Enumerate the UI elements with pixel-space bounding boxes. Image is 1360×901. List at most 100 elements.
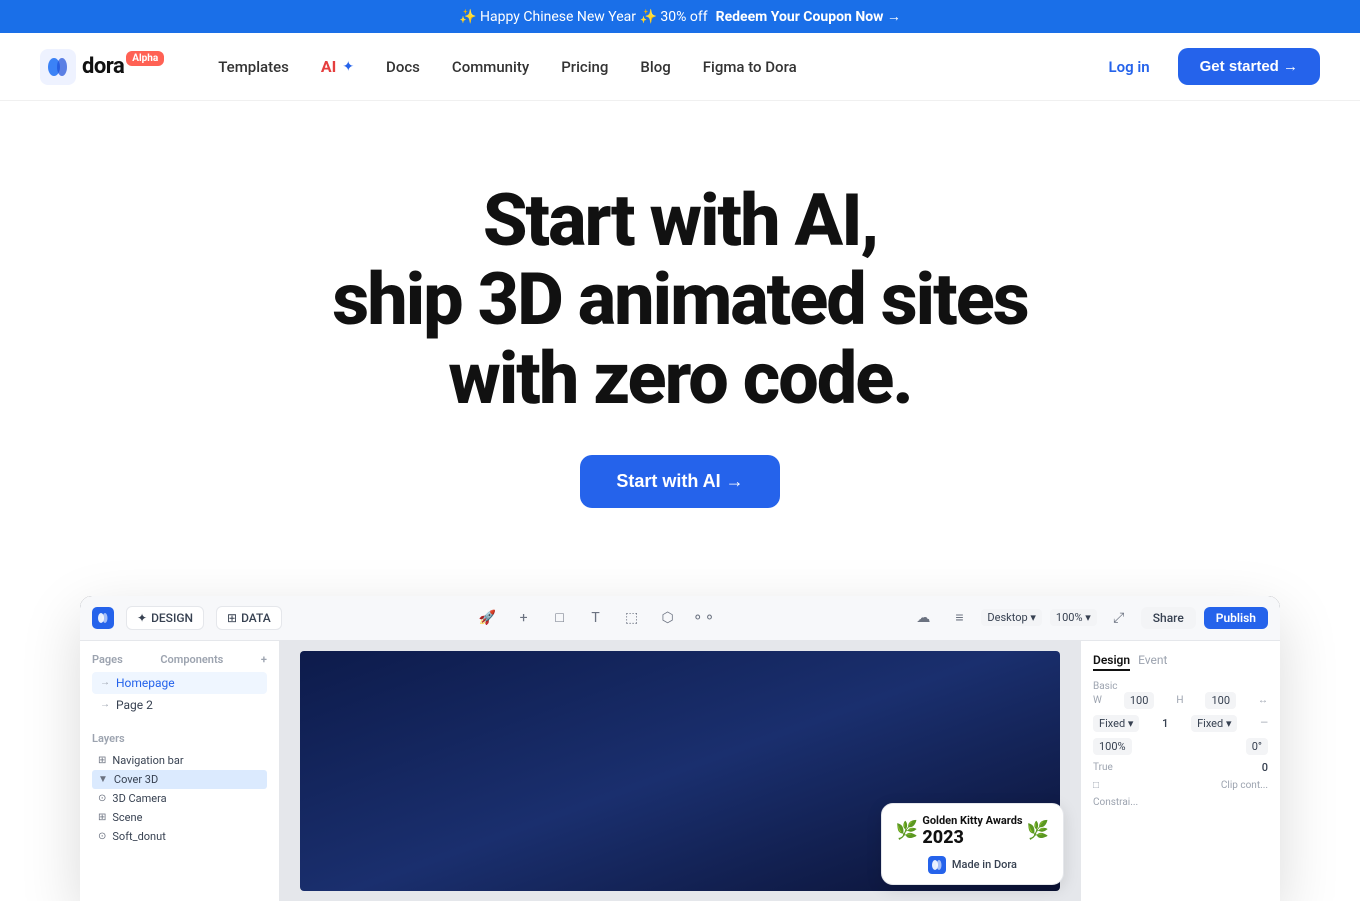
toolbar-layers-icon[interactable]: ≡ xyxy=(945,604,973,632)
homepage-label: Homepage xyxy=(116,676,175,690)
toolbar-icon-text[interactable]: T xyxy=(582,604,610,632)
components-label: Components xyxy=(160,653,223,666)
nav-ai[interactable]: AI ✦ xyxy=(307,49,368,84)
data-label: DATA xyxy=(241,611,271,625)
prop-constrain-row: Constrai... xyxy=(1093,797,1268,808)
page2-label: Page 2 xyxy=(116,698,153,712)
design-icon: ✦ xyxy=(137,611,147,625)
logo-link[interactable]: dora Alpha xyxy=(40,49,164,85)
toolbar-icon-shape[interactable]: ⬡ xyxy=(654,604,682,632)
toolbar-expand-icon[interactable]: ⤢ xyxy=(1105,604,1133,632)
layer-cover3d-icon: ▼ xyxy=(98,774,108,785)
logo-text: dora xyxy=(82,54,124,79)
kitty-title: Golden Kitty Awards xyxy=(922,814,1022,827)
layer-camera-label: 3D Camera xyxy=(112,792,166,805)
layer-navbar-icon: ⊞ xyxy=(98,755,106,766)
toolbar-logo-icon xyxy=(96,611,110,625)
alpha-badge: Alpha xyxy=(126,51,164,66)
toolbar-center: 🚀 + □ T ⬚ ⬡ ⚬⚬ xyxy=(294,604,898,632)
login-button[interactable]: Log in xyxy=(1093,50,1166,84)
right-panel: Design Event Basic W 100 H 100 ↔ Fixed ▾… xyxy=(1080,641,1280,901)
top-banner: ✨ Happy Chinese New Year ✨ 30% off Redee… xyxy=(0,0,1360,33)
kitty-wreath: 🌿 Golden Kitty Awards 2023 🌿 xyxy=(896,814,1049,848)
toolbar-icon-component[interactable]: ⚬⚬ xyxy=(690,604,718,632)
toolbar-desktop-select[interactable]: Desktop ▾ xyxy=(981,609,1042,626)
prop-w-label: W xyxy=(1093,695,1102,706)
tab-event[interactable]: Event xyxy=(1138,653,1167,671)
prop-fixed2[interactable]: Fixed ▾ xyxy=(1191,715,1237,732)
toolbar-zoom[interactable]: 100% ▾ xyxy=(1050,609,1097,626)
layer-donut[interactable]: ⊙ Soft_donut xyxy=(92,827,267,846)
hero-line1: Start with AI, xyxy=(483,178,877,263)
toolbar-tab-design[interactable]: ✦ DESIGN xyxy=(126,606,204,630)
golden-kitty-badge: 🌿 Golden Kitty Awards 2023 🌿 xyxy=(881,803,1064,885)
prop-link-icon: ↔ xyxy=(1258,695,1268,706)
prop-visible-val: 0 xyxy=(1262,761,1268,774)
kitty-year: 2023 xyxy=(922,827,1022,848)
toolbar-icon-rocket[interactable]: 🚀 xyxy=(474,604,502,632)
navbar: dora Alpha Templates AI ✦ Docs Community… xyxy=(0,33,1360,101)
toolbar-icon-plus[interactable]: + xyxy=(510,604,538,632)
made-in-dora: Made in Dora xyxy=(928,856,1017,874)
layer-navbar[interactable]: ⊞ Navigation bar xyxy=(92,751,267,770)
design-label: DESIGN xyxy=(151,611,193,625)
prop-h-value[interactable]: 100 xyxy=(1205,692,1236,709)
hero-cta-button[interactable]: Start with AI → xyxy=(580,455,779,508)
prop-fixed1[interactable]: Fixed ▾ xyxy=(1093,715,1139,732)
prop-opacity-row: 100% 0° xyxy=(1093,738,1268,755)
toolbar-icon-rectangle[interactable]: □ xyxy=(546,604,574,632)
layer-scene[interactable]: ⊞ Scene xyxy=(92,808,267,827)
toolbar-cloud-icon[interactable]: ☁ xyxy=(909,604,937,632)
left-panel: Pages Components + Homepage Page 2 Layer… xyxy=(80,641,280,901)
app-body: Pages Components + Homepage Page 2 Layer… xyxy=(80,641,1280,901)
prop-constrain-label: Constrai... xyxy=(1093,797,1138,808)
prop-w-value[interactable]: 100 xyxy=(1124,692,1155,709)
share-button[interactable]: Share xyxy=(1141,607,1196,629)
prop-rotation[interactable]: 0° xyxy=(1246,738,1268,755)
hero-section: Start with AI, ship 3D animated sites wi… xyxy=(0,101,1360,548)
layers-section: Layers ⊞ Navigation bar ▼ Cover 3D ⊙ 3D … xyxy=(92,732,267,846)
sparkle-icon: ✦ xyxy=(342,59,354,75)
prop-clip-row: □ Clip cont... xyxy=(1093,780,1268,791)
prop-clip-label: Clip cont... xyxy=(1221,780,1268,791)
prop-wh: W 100 H 100 ↔ xyxy=(1093,692,1268,709)
nav-blog[interactable]: Blog xyxy=(626,50,684,84)
toolbar-icon-image[interactable]: ⬚ xyxy=(618,604,646,632)
canvas-area[interactable]: 🌿 Golden Kitty Awards 2023 🌿 xyxy=(280,641,1080,901)
nav-docs[interactable]: Docs xyxy=(372,50,434,84)
prop-fixed1-val: 1 xyxy=(1162,717,1168,730)
hero-line3: with zero code. xyxy=(448,336,911,421)
tab-design[interactable]: Design xyxy=(1093,653,1130,671)
layer-camera[interactable]: ⊙ 3D Camera xyxy=(92,789,267,808)
design-tab-row: Design Event xyxy=(1093,653,1268,671)
nav-actions: Log in Get started → xyxy=(1093,48,1321,85)
app-preview: ✦ DESIGN ⊞ DATA 🚀 + □ T ⬚ ⬡ ⚬⚬ ☁ ≡ Deskt… xyxy=(40,596,1320,901)
page-2[interactable]: Page 2 xyxy=(92,694,267,716)
nav-links: Templates AI ✦ Docs Community Pricing Bl… xyxy=(204,49,1092,84)
prop-visible-row: True 0 xyxy=(1093,761,1268,774)
nav-pricing[interactable]: Pricing xyxy=(547,50,622,84)
layer-navbar-label: Navigation bar xyxy=(112,754,183,767)
layer-donut-icon: ⊙ xyxy=(98,831,106,842)
banner-cta[interactable]: Redeem Your Coupon Now → xyxy=(716,8,901,25)
get-started-button[interactable]: Get started → xyxy=(1178,48,1320,85)
add-page-icon[interactable]: + xyxy=(261,653,267,666)
basic-label: Basic xyxy=(1093,681,1268,692)
layers-header: Layers xyxy=(92,732,267,745)
ai-label: AI xyxy=(321,57,336,76)
app-frame: ✦ DESIGN ⊞ DATA 🚀 + □ T ⬚ ⬡ ⚬⚬ ☁ ≡ Deskt… xyxy=(80,596,1280,901)
pages-section-header: Pages Components + xyxy=(92,653,267,666)
logo-icon xyxy=(40,49,76,85)
nav-community[interactable]: Community xyxy=(438,50,543,84)
layer-cover3d[interactable]: ▼ Cover 3D xyxy=(92,770,267,789)
page-homepage[interactable]: Homepage xyxy=(92,672,267,694)
prop-fixed-row: Fixed ▾ 1 Fixed ▾ — xyxy=(1093,715,1268,732)
layer-camera-icon: ⊙ xyxy=(98,793,106,804)
nav-templates[interactable]: Templates xyxy=(204,50,303,84)
prop-visible-label: True xyxy=(1093,762,1113,773)
toolbar-tab-data[interactable]: ⊞ DATA xyxy=(216,606,282,630)
publish-button[interactable]: Publish xyxy=(1204,607,1268,629)
nav-figma[interactable]: Figma to Dora xyxy=(689,50,811,84)
layer-scene-label: Scene xyxy=(112,811,142,824)
prop-opacity[interactable]: 100% xyxy=(1093,738,1132,755)
